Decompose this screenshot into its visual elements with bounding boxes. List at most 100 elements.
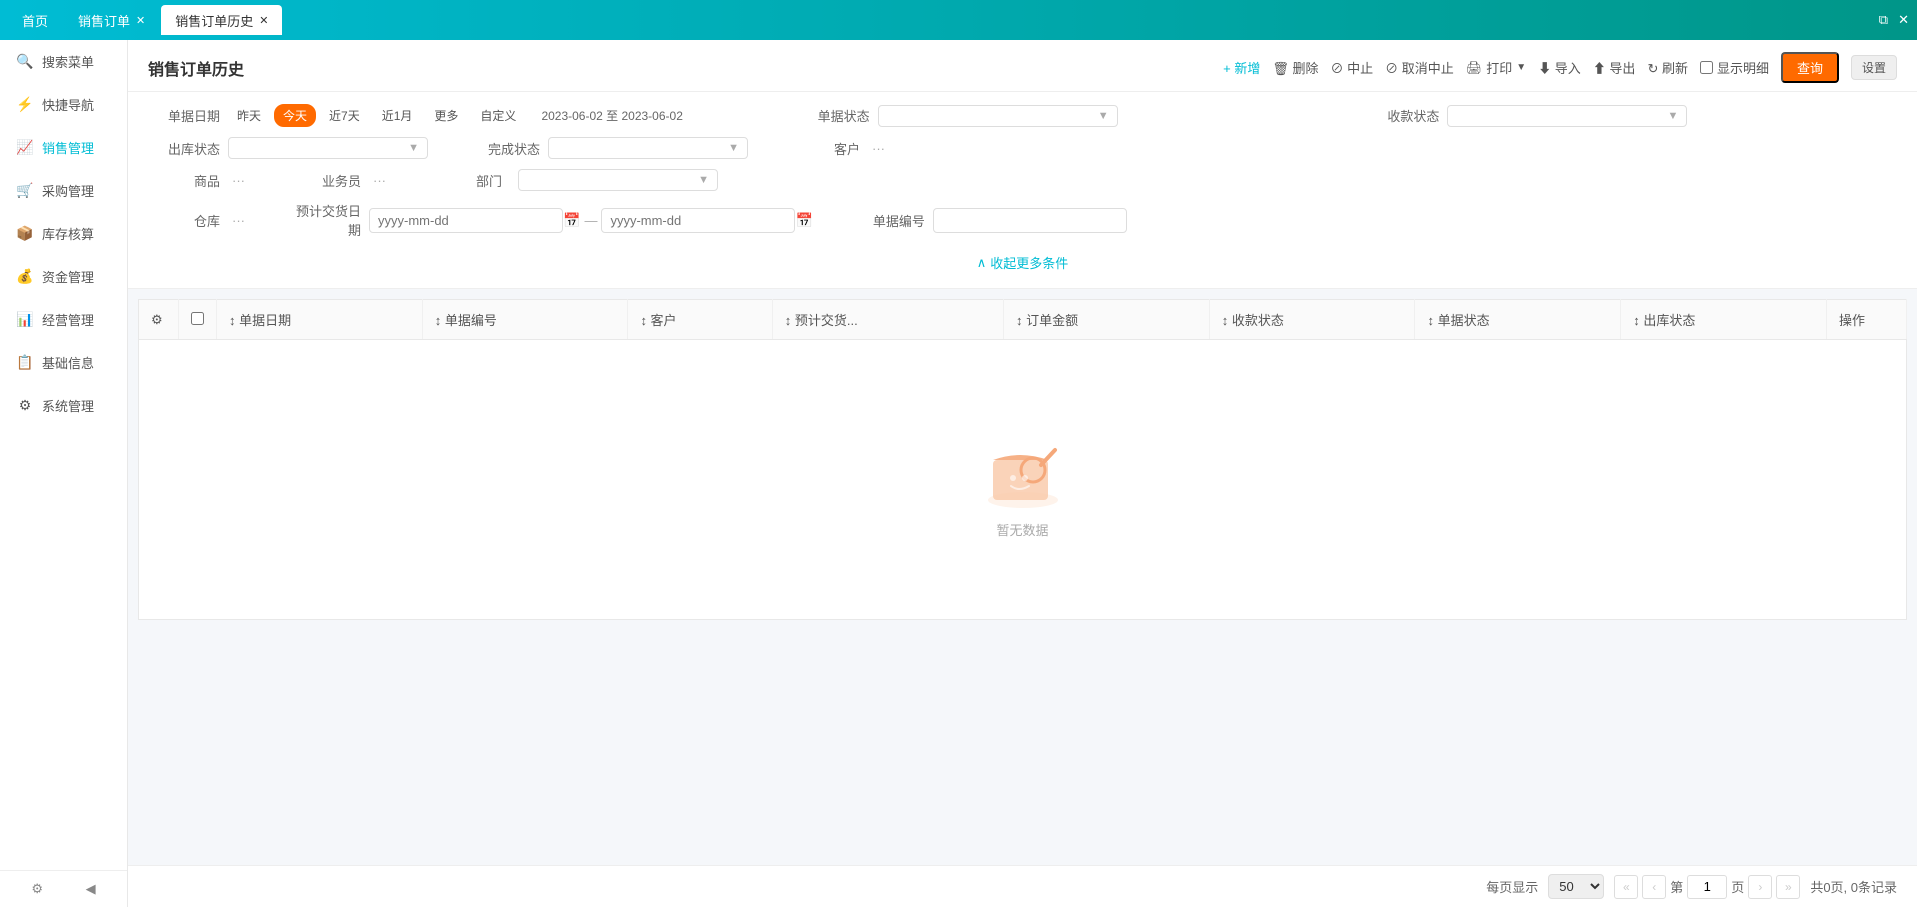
tab-sales-order-history[interactable]: 销售订单历史 ✕ — [161, 5, 282, 35]
tab-home[interactable]: 首页 — [8, 5, 62, 35]
department-select[interactable]: ▼ — [518, 169, 718, 191]
th-voucher-status[interactable]: ↕ 单据状态 — [1415, 300, 1621, 340]
th-payment-status[interactable]: ↕ 收款状态 — [1209, 300, 1415, 340]
refresh-button[interactable]: ↻ 刷新 — [1647, 58, 1688, 77]
goods-dots[interactable]: ··· — [228, 173, 249, 188]
th-voucher-date[interactable]: ↕ 单据日期 — [217, 300, 423, 340]
sidebar-item-purchase-mgmt-label: 采购管理 — [42, 181, 94, 200]
column-settings-icon[interactable]: ⚙ — [151, 312, 163, 327]
th-order-amount[interactable]: ↕ 订单金额 — [1004, 300, 1210, 340]
voucher-status-section: 单据状态 ▼ — [798, 105, 1328, 127]
search-menu-icon: 🔍 — [16, 53, 34, 71]
cancel-stop-button[interactable]: ⊘ 取消中止 — [1385, 58, 1454, 77]
salesperson-dots[interactable]: ··· — [369, 173, 390, 188]
th-settings[interactable]: ⚙ — [139, 300, 179, 340]
close-icon[interactable]: ✕ — [1898, 12, 1909, 28]
filter-row-2: 出库状态 ▼ 完成状态 ▼ 客户 ··· — [148, 137, 1897, 159]
import-button[interactable]: ⬇ 导入 — [1538, 58, 1581, 77]
export-button[interactable]: ⬆ 导出 — [1593, 58, 1636, 77]
warehouse-dots[interactable]: ··· — [228, 213, 249, 228]
sidebar-settings-icon[interactable]: ⚙ — [31, 881, 43, 897]
print-text: 打印 — [1486, 58, 1512, 77]
collapse-button[interactable]: ∧ 收起更多条件 — [148, 249, 1897, 276]
select-all-checkbox[interactable] — [191, 312, 204, 325]
payment-status-select[interactable]: ▼ — [1447, 105, 1687, 127]
settings-button[interactable]: 设置 — [1851, 55, 1897, 80]
th-expected-delivery[interactable]: ↕ 预计交货... — [772, 300, 1003, 340]
th-delivery-status-label: ↕ 出库状态 — [1633, 313, 1695, 328]
calendar-start-icon[interactable]: 📅 — [563, 212, 580, 229]
expected-delivery-start[interactable] — [369, 208, 563, 233]
th-order-amount-label: ↕ 订单金额 — [1016, 313, 1078, 328]
sidebar-item-sales-mgmt[interactable]: 📈 销售管理 — [0, 126, 127, 169]
empty-text: 暂无数据 — [996, 520, 1048, 539]
th-voucher-no[interactable]: ↕ 单据编号 — [422, 300, 628, 340]
th-delivery-status[interactable]: ↕ 出库状态 — [1621, 300, 1827, 340]
customer-dots[interactable]: ··· — [868, 141, 889, 156]
filter-row-4: 仓库 ··· 预计交货日期 📅 — 📅 单据编号 — [148, 201, 1897, 239]
last-page-button[interactable]: » — [1776, 875, 1800, 899]
sidebar-item-finance[interactable]: 💰 资金管理 — [0, 255, 127, 298]
calendar-end-icon[interactable]: 📅 — [795, 212, 812, 229]
tab-sales-order-history-label: 销售订单历史 — [175, 11, 253, 30]
tab-sales-order-label: 销售订单 — [78, 11, 130, 30]
date-btn-7days[interactable]: 近7天 — [320, 104, 369, 127]
th-voucher-no-label: ↕ 单据编号 — [435, 313, 497, 328]
sidebar-item-quick-nav[interactable]: ⚡ 快捷导航 — [0, 83, 127, 126]
quick-nav-icon: ⚡ — [16, 96, 34, 114]
th-customer[interactable]: ↕ 客户 — [628, 300, 772, 340]
date-btn-custom[interactable]: 自定义 — [471, 104, 525, 127]
total-info: 共0页, 0条记录 — [1810, 877, 1897, 896]
sidebar-item-purchase-mgmt[interactable]: 🛒 采购管理 — [0, 169, 127, 212]
sidebar-item-inventory[interactable]: 📦 库存核算 — [0, 212, 127, 255]
first-page-button[interactable]: « — [1614, 875, 1638, 899]
next-page-button[interactable]: › — [1748, 875, 1772, 899]
per-page-label: 每页显示 — [1486, 877, 1538, 896]
expected-delivery-end[interactable] — [601, 208, 795, 233]
empty-cell: 暂无数据 — [139, 340, 1907, 620]
date-btn-today[interactable]: 今天 — [274, 104, 316, 127]
sidebar-item-search-menu[interactable]: 🔍 搜索菜单 — [0, 40, 127, 83]
prev-page-button[interactable]: ‹ — [1642, 875, 1666, 899]
voucher-date-label: 单据日期 — [148, 106, 228, 125]
display-details-checkbox[interactable]: 显示明细 — [1700, 58, 1769, 77]
main-layout: 🔍 搜索菜单 ⚡ 快捷导航 📈 销售管理 🛒 采购管理 📦 库存核算 💰 资金管… — [0, 40, 1917, 907]
voucher-status-select[interactable]: ▼ — [878, 105, 1118, 127]
tab-sales-order[interactable]: 销售订单 ✕ — [64, 5, 159, 35]
salesperson-label: 业务员 — [289, 171, 369, 190]
sidebar-item-basic-info-label: 基础信息 — [42, 353, 94, 372]
delivery-status-chevron-icon: ▼ — [408, 142, 419, 154]
sidebar-item-operations[interactable]: 📊 经营管理 — [0, 298, 127, 341]
new-button[interactable]: + 新增 — [1223, 58, 1260, 77]
filter-date-content: 昨天 今天 近7天 近1月 更多 自定义 2023-06-02 至 2023-0… — [228, 104, 758, 127]
sidebar-item-sys-mgmt[interactable]: ⚙ 系统管理 — [0, 384, 127, 427]
delete-button[interactable]: 🗑 删除 — [1272, 58, 1318, 77]
filter-area: 单据日期 昨天 今天 近7天 近1月 更多 自定义 2023-06-02 至 2… — [128, 92, 1917, 289]
stop-button[interactable]: ⊘ 中止 — [1331, 58, 1374, 77]
page-number-input[interactable] — [1687, 875, 1727, 899]
tab-sales-order-close[interactable]: ✕ — [136, 14, 145, 27]
filter-row-1: 单据日期 昨天 今天 近7天 近1月 更多 自定义 2023-06-02 至 2… — [148, 104, 1897, 127]
th-payment-status-label: ↕ 收款状态 — [1222, 313, 1284, 328]
th-action: 操作 — [1827, 300, 1907, 340]
voucher-status-chevron-icon: ▼ — [1098, 110, 1109, 122]
print-button[interactable]: 🖨 🖨 打印 打印 ▼ — [1466, 58, 1526, 77]
display-details-input[interactable] — [1700, 61, 1713, 74]
complete-status-select[interactable]: ▼ — [548, 137, 748, 159]
date-btn-1month[interactable]: 近1月 — [373, 104, 422, 127]
per-page-select[interactable]: 50 10 20 100 — [1548, 874, 1604, 899]
print-icon: 🖨 — [1466, 60, 1483, 76]
date-btn-yesterday[interactable]: 昨天 — [228, 104, 270, 127]
voucher-no-input[interactable] — [933, 208, 1127, 233]
tab-sales-order-history-close[interactable]: ✕ — [259, 14, 268, 27]
sidebar-collapse-icon[interactable]: ◀ — [86, 881, 96, 897]
table-area: ⚙ ↕ 单据日期 ↕ 单据编号 ↕ 客户 — [128, 289, 1917, 865]
print-chevron-icon: ▼ — [1516, 62, 1526, 73]
date-btn-more[interactable]: 更多 — [425, 104, 467, 127]
delivery-status-select[interactable]: ▼ — [228, 137, 428, 159]
th-action-label: 操作 — [1839, 313, 1865, 328]
restore-icon[interactable]: ⧉ — [1879, 12, 1888, 28]
sidebar-item-basic-info[interactable]: 📋 基础信息 — [0, 341, 127, 384]
th-checkbox[interactable] — [179, 300, 217, 340]
query-button[interactable]: 查询 — [1781, 52, 1839, 83]
